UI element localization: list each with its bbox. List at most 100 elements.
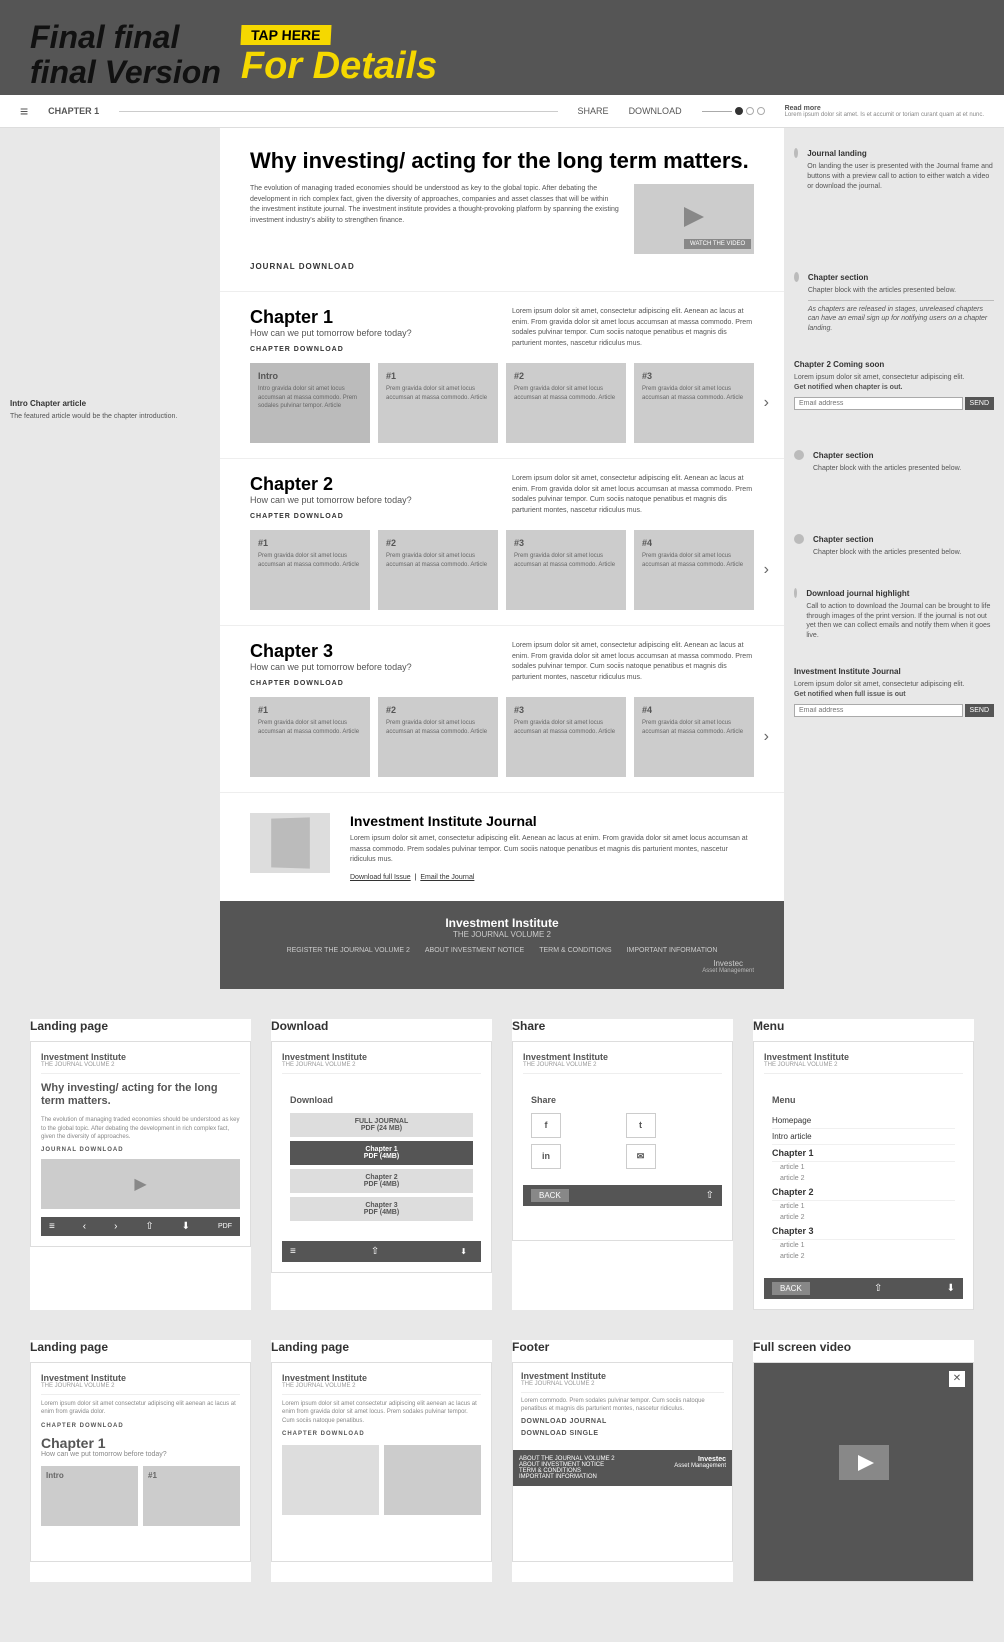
footer-brand-title: Investment Institute [250,916,754,930]
footer-brand-sub: THE JOURNAL VOLUME 2 [250,930,754,939]
journal-links: Download full Issue | Email the Journal [350,874,754,881]
wf-share-icon[interactable]: ⇧ [145,1221,153,1232]
wf-email-icon[interactable]: ✉ [626,1144,656,1169]
chapter3-subtitle: How can we put tomorrow before today? [250,662,492,672]
ch2-article-4[interactable]: #4 Prem gravida dolor sit amet locus acc… [634,530,754,610]
wf-dl-full-journal[interactable]: FULL JOURNAL PDF (24 MB) [290,1113,473,1137]
ann-chapter2-coming: Chapter 2 Coming soon Lorem ipsum dolor … [794,359,994,410]
chapter2-download[interactable]: CHAPTER DOWNLOAD [250,513,492,520]
ch1-preview-title: Chapter 1 [41,1435,240,1451]
wf-landing-page-2: Landing page Investment Institute THE JO… [30,1340,251,1582]
fv-play-btn[interactable] [839,1445,889,1480]
wf-menu-ch1-a2[interactable]: article 2 [772,1173,955,1184]
chapter1-download[interactable]: CHAPTER DOWNLOAD [250,346,492,353]
wf-video-thumb[interactable]: ▶ [41,1159,240,1209]
chapter3-download[interactable]: CHAPTER DOWNLOAD [250,680,492,687]
nav-chapter1[interactable]: CHAPTER 1 [48,106,99,116]
footer-link-4[interactable]: IMPORTANT INFORMATION [627,947,718,954]
footer-link-2[interactable]: ABOUT INVESTMENT NOTICE [425,947,524,954]
ch1-article-intro[interactable]: Intro Intro gravida dolor sit amet locus… [250,363,370,443]
hero-title: Why investing/ acting for the long term … [250,148,754,174]
journal-download-link[interactable]: JOURNAL DOWNLOAD [250,262,754,271]
journal-full-link[interactable]: Download full Issue [350,874,411,881]
hero-video-thumb[interactable]: WATCH THE VIDEO [634,184,754,254]
ch2-article-2[interactable]: #2 Prem gravida dolor sit amet locus acc… [378,530,498,610]
wf-twitter-icon[interactable]: t [626,1113,656,1138]
wf-menu-intro[interactable]: Intro article [772,1129,955,1145]
ch2-article-3[interactable]: #3 Prem gravida dolor sit amet locus acc… [506,530,626,610]
ann-chapter-section-2: Chapter section Chapter block with the a… [794,450,994,474]
footer-wf-dl-journal[interactable]: DOWNLOAD JOURNAL [521,1418,724,1425]
wf-share-back-btn[interactable]: BACK [531,1189,569,1202]
chapter2-send-btn[interactable]: SEND [965,397,994,410]
header-title-line1: Final final [30,20,221,55]
chapter2-email-input[interactable] [794,397,963,410]
ann-download-highlight: Download journal highlight Call to actio… [794,588,994,641]
right-sidebar: Journal landing On landing the user is p… [784,128,1004,989]
wf-download-icon[interactable]: ⬇ [182,1221,190,1232]
journal-body-text: Lorem ipsum dolor sit amet, consectetur … [350,834,754,866]
nav-share[interactable]: SHARE [578,106,609,116]
wf-dl-share-icon[interactable]: ⇧ [371,1246,379,1257]
nav-download[interactable]: DOWNLOAD [629,106,682,116]
chapter3-body: Lorem ipsum dolor sit amet, consectetur … [512,641,754,687]
footer-wf-dl-single[interactable]: DOWNLOAD SINGLE [521,1430,724,1437]
ch1-card-1[interactable]: #1 [143,1466,240,1526]
wf-menu-ch1[interactable]: Chapter 1 [772,1145,955,1162]
ch1-next-arrow[interactable]: › [764,394,769,412]
ch2-next-arrow[interactable]: › [764,561,769,579]
wf-menu-ch2[interactable]: Chapter 2 [772,1184,955,1201]
footer-link-1[interactable]: REGISTER THE JOURNAL VOLUME 2 [287,947,410,954]
wf-dl-menu-icon[interactable]: ≡ [290,1246,296,1257]
wf-landing-page-1: Landing page Investment Institute THE JO… [30,1019,251,1310]
wf-dl-download-btn[interactable]: ⬇ [454,1245,473,1258]
ann-journal-notify: Investment Institute Journal Lorem ipsum… [794,666,994,717]
ch3-article-1[interactable]: #1 Prem gravida dolor sit amet locus acc… [250,697,370,777]
ch2-article-1[interactable]: #1 Prem gravida dolor sit amet locus acc… [250,530,370,610]
wf-prev-icon[interactable]: ‹ [83,1221,86,1232]
journal-email-link[interactable]: Email the Journal [420,874,474,881]
wf-dl-chapter3[interactable]: Chapter 3 PDF (4MB) [290,1197,473,1221]
wf-linkedin-icon[interactable]: in [531,1144,561,1169]
ch1-card-intro[interactable]: Intro [41,1466,138,1526]
wf-menu-download-icon[interactable]: ⬇ [947,1283,955,1294]
wf-menu-ch3-a2[interactable]: article 2 [772,1251,955,1262]
ch1-article-1[interactable]: #1 Prem gravida dolor sit amet locus acc… [378,363,498,443]
ch1-article-2[interactable]: #2 Prem gravida dolor sit amet locus acc… [506,363,626,443]
wf-menu-back-btn[interactable]: BACK [772,1282,810,1295]
ann-chapter-section-1: Chapter section Chapter block with the a… [794,272,994,334]
wireframes-row-1: Landing page Investment Institute THE JO… [30,1019,974,1310]
ch3-article-4[interactable]: #4 Prem gravida dolor sit amet locus acc… [634,697,754,777]
wf-dl-chapter1[interactable]: Chapter 1 PDF (4MB) [290,1141,473,1165]
wf-pdf-label: PDF [218,1223,232,1230]
ch3-article-3[interactable]: #3 Prem gravida dolor sit amet locus acc… [506,697,626,777]
ch1-article-3[interactable]: #3 Prem gravida dolor sit amet locus acc… [634,363,754,443]
wf-menu-ch3-a1[interactable]: article 1 [772,1240,955,1251]
read-more-label: Read more [785,105,984,112]
chapter2-section: Chapter 2 How can we put tomorrow before… [220,458,784,625]
chapter3-articles: #1 Prem gravida dolor sit amet locus acc… [250,697,754,777]
footer-link-3[interactable]: TERM & CONDITIONS [539,947,611,954]
wf-dl-chapter2[interactable]: Chapter 2 PDF (4MB) [290,1169,473,1193]
menu-hamburger-icon[interactable]: ≡ [20,103,28,119]
wf-share-share-icon[interactable]: ⇧ [706,1190,714,1201]
wireframes-section: Landing page Investment Institute THE JO… [0,989,1004,1642]
wf-next-icon[interactable]: › [114,1221,117,1232]
journal-name: Investment Institute Journal [350,813,754,829]
ch3-article-2[interactable]: #2 Prem gravida dolor sit amet locus acc… [378,697,498,777]
journal-email-input[interactable] [794,704,963,717]
fv-close-btn[interactable]: ✕ [949,1371,965,1387]
wf-menu-icon[interactable]: ≡ [49,1221,55,1232]
watch-btn[interactable]: WATCH THE VIDEO [684,239,751,249]
wf-menu-ch2-a2[interactable]: article 2 [772,1212,955,1223]
wf-menu-ch1-a1[interactable]: article 1 [772,1162,955,1173]
wf-menu-homepage[interactable]: Homepage [772,1113,955,1129]
ch3-next-arrow[interactable]: › [764,728,769,746]
wf-facebook-icon[interactable]: f [531,1113,561,1138]
wf-menu-ch2-a1[interactable]: article 1 [772,1201,955,1212]
wf-menu-share-icon[interactable]: ⇧ [874,1283,882,1294]
journal-book-icon [250,813,330,873]
journal-send-btn[interactable]: SEND [965,704,994,717]
page-wrapper: Final final final Version TAP HERE For D… [0,0,1004,1642]
wf-menu-ch3[interactable]: Chapter 3 [772,1223,955,1240]
